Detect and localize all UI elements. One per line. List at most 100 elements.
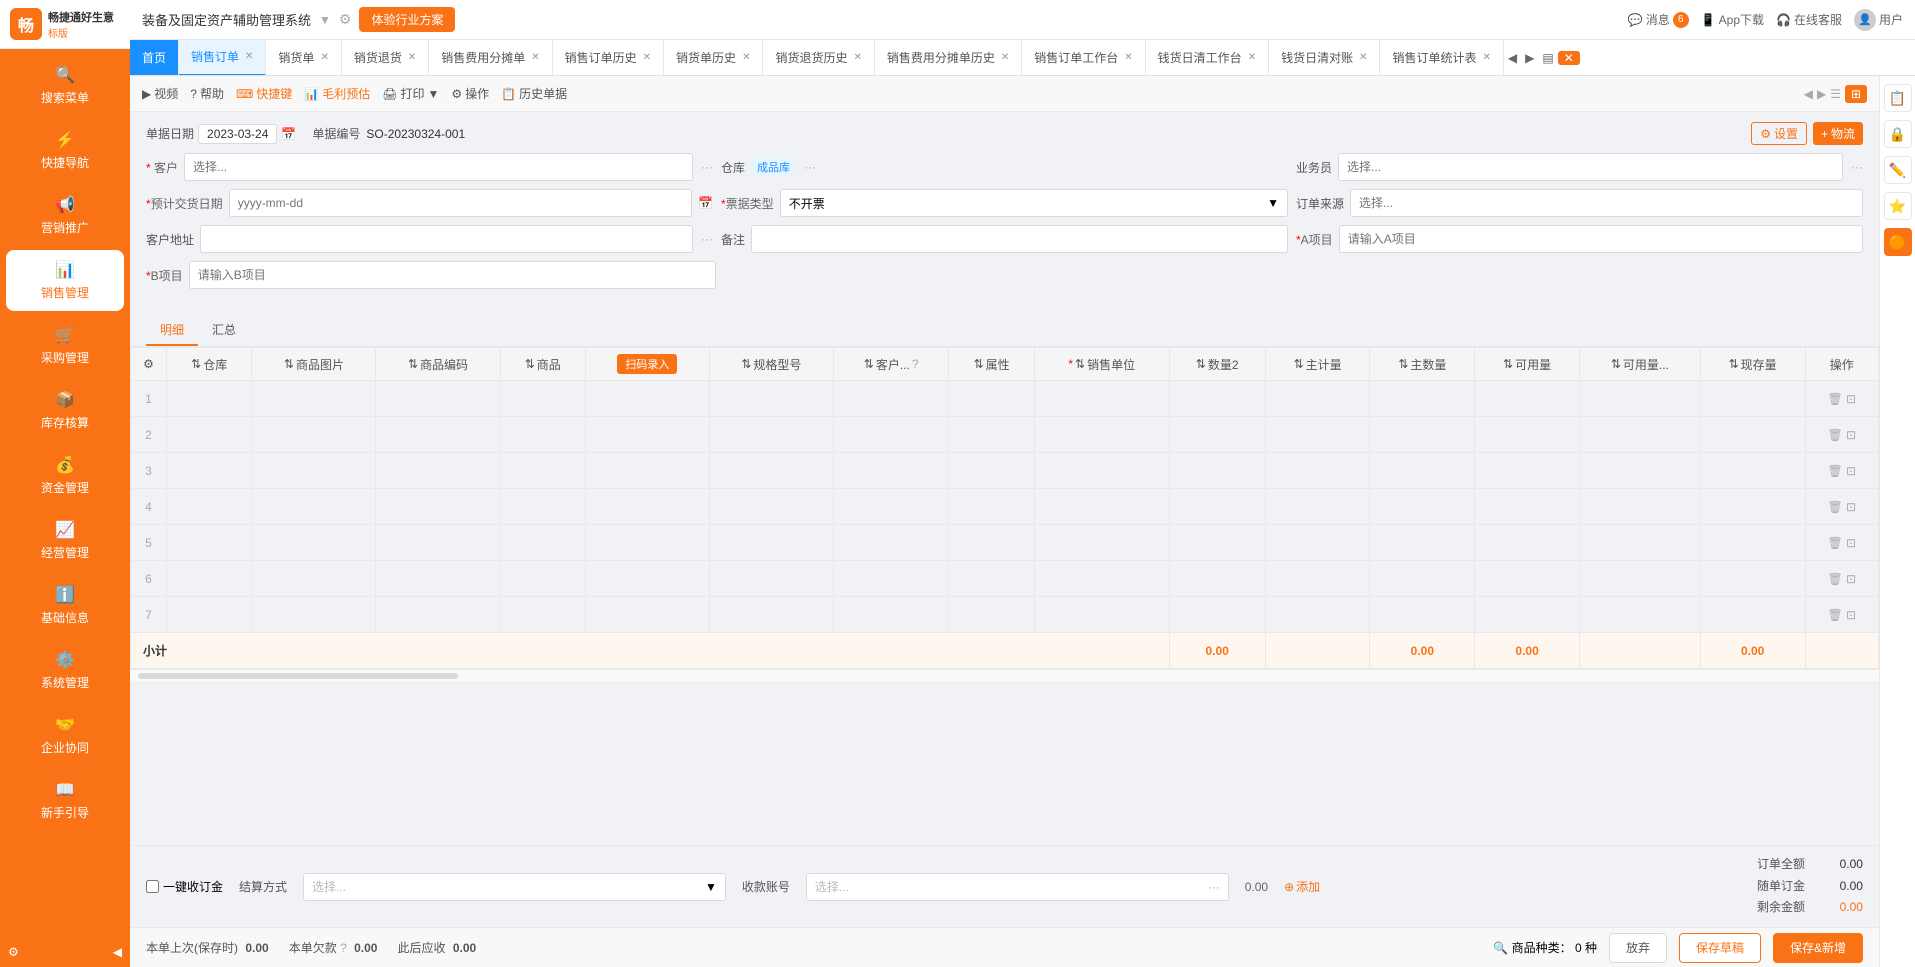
table-settings-icon[interactable]: ⚙	[143, 357, 154, 371]
th-barcode[interactable]: 扫码录入	[585, 348, 709, 381]
row-2-attribute[interactable]	[949, 417, 1034, 453]
scrollbar-thumb[interactable]	[138, 673, 458, 679]
online-support[interactable]: 🎧 在线客服	[1776, 11, 1842, 28]
row-7-attribute[interactable]	[949, 597, 1034, 633]
row-5-image[interactable]	[252, 525, 376, 561]
right-icon-star[interactable]: ⭐	[1884, 192, 1912, 220]
sidebar-settings-icon[interactable]: ⚙	[8, 945, 19, 959]
row-3-qty2[interactable]	[1169, 453, 1265, 489]
tab-close-sales-invoice[interactable]: ✕	[320, 52, 328, 63]
row-2-main-unit[interactable]	[1265, 417, 1370, 453]
a-project-input[interactable]	[1339, 225, 1863, 253]
th-settings[interactable]: ⚙	[131, 348, 167, 381]
th-product-image[interactable]: ⇅商品图片	[252, 348, 376, 381]
settlement-select[interactable]: 选择... ▼	[303, 873, 726, 901]
detail-tab-summary[interactable]: 汇总	[198, 315, 250, 346]
row-3-main-unit[interactable]	[1265, 453, 1370, 489]
logistics-button[interactable]: + 物流	[1813, 122, 1863, 145]
industry-plan-button[interactable]: 体验行业方案	[359, 7, 455, 32]
row-4-stock[interactable]	[1700, 489, 1805, 525]
th-attribute[interactable]: ⇅属性	[949, 348, 1034, 381]
row-5-sales-unit[interactable]	[1034, 525, 1169, 561]
tab-sales-return[interactable]: 销货退货 ✕	[342, 40, 429, 76]
th-product-code[interactable]: ⇅商品编码	[376, 348, 500, 381]
row-1-warehouse[interactable]	[167, 381, 252, 417]
th-warehouse[interactable]: ⇅仓库	[167, 348, 252, 381]
delivery-date-input[interactable]	[229, 189, 692, 217]
row-6-available[interactable]	[1475, 561, 1580, 597]
barcode-scan-btn[interactable]: 扫码录入	[617, 354, 677, 374]
sidebar-item-sales[interactable]: 📊 销售管理	[6, 250, 124, 311]
row-2-spec[interactable]	[709, 417, 833, 453]
app-download[interactable]: 📱 App下载	[1701, 11, 1764, 28]
tab-stats[interactable]: 销售订单统计表 ✕	[1380, 40, 1503, 76]
row-7-warehouse[interactable]	[167, 597, 252, 633]
row-4-sales-unit[interactable]	[1034, 489, 1169, 525]
tab-close-all[interactable]: ✕	[1558, 51, 1580, 65]
calendar2-icon[interactable]: 📅	[698, 196, 713, 210]
row-2-barcode[interactable]	[585, 417, 709, 453]
row-2-code[interactable]	[376, 417, 500, 453]
row-6-available2[interactable]	[1579, 561, 1700, 597]
row-4-main-qty[interactable]	[1370, 489, 1475, 525]
customer-input[interactable]	[184, 153, 693, 181]
sidebar-item-basic[interactable]: ℹ️ 基础信息	[6, 575, 124, 636]
sidebar-item-marketing[interactable]: 📢 营销推广	[6, 185, 124, 246]
messages-section[interactable]: 💬 消息 6	[1628, 11, 1689, 28]
toolbar-grid-view[interactable]: ⊞	[1845, 85, 1867, 103]
row-2-product[interactable]	[500, 417, 585, 453]
row-1-sales-unit[interactable]	[1034, 381, 1169, 417]
tab-nav-list[interactable]: ▤	[1538, 51, 1557, 65]
tab-reconcile[interactable]: 钱货日清对账 ✕	[1269, 40, 1380, 76]
row-1-barcode[interactable]	[585, 381, 709, 417]
toolbar-shortcut[interactable]: ⌨ 快捷键	[236, 85, 292, 102]
row-1-available2[interactable]	[1579, 381, 1700, 417]
sidebar-item-operations[interactable]: 📈 经营管理	[6, 510, 124, 571]
row-3-main-qty[interactable]	[1370, 453, 1475, 489]
row-4-code[interactable]	[376, 489, 500, 525]
save-draft-button[interactable]: 保存草稿	[1679, 933, 1761, 963]
row-5-main-unit[interactable]	[1265, 525, 1370, 561]
right-icon-clipboard[interactable]: 📋	[1884, 84, 1912, 112]
row-6-product[interactable]	[500, 561, 585, 597]
row-6-sales-unit[interactable]	[1034, 561, 1169, 597]
tab-close-order-history[interactable]: ✕	[643, 52, 651, 63]
row-1-customer-code[interactable]	[833, 381, 948, 417]
row-4-copy-icon[interactable]: ⊡	[1846, 500, 1856, 514]
doc-date-value[interactable]: 2023-03-24	[198, 124, 277, 144]
tab-close-stats[interactable]: ✕	[1483, 52, 1491, 63]
row-2-main-qty[interactable]	[1370, 417, 1475, 453]
invoice-select[interactable]: 不开票 ▼	[780, 189, 1288, 217]
row-7-qty2[interactable]	[1169, 597, 1265, 633]
settings-icon[interactable]: ⚙	[339, 11, 352, 28]
row-6-code[interactable]	[376, 561, 500, 597]
row-5-available[interactable]	[1475, 525, 1580, 561]
sidebar-item-inventory[interactable]: 📦 库存核算	[6, 380, 124, 441]
staff-input[interactable]	[1338, 153, 1843, 181]
tab-close-daily-clear[interactable]: ✕	[1248, 52, 1256, 63]
tab-expense-split[interactable]: 销售费用分摊单 ✕	[429, 40, 552, 76]
row-5-warehouse[interactable]	[167, 525, 252, 561]
row-4-available[interactable]	[1475, 489, 1580, 525]
row-1-stock[interactable]	[1700, 381, 1805, 417]
quick-pay-checkbox[interactable]	[146, 880, 159, 893]
toolbar-profit[interactable]: 📊 毛利预估	[304, 85, 370, 102]
row-6-main-qty[interactable]	[1370, 561, 1475, 597]
th-product[interactable]: ⇅商品	[500, 348, 585, 381]
account-select[interactable]: 选择... ···	[806, 873, 1229, 901]
row-4-available2[interactable]	[1579, 489, 1700, 525]
row-3-customer-code[interactable]	[833, 453, 948, 489]
dropdown-arrow-icon[interactable]: ▼	[319, 13, 331, 27]
row-2-warehouse[interactable]	[167, 417, 252, 453]
sidebar-item-guide[interactable]: 📖 新手引导	[6, 770, 124, 831]
tab-nav-prev[interactable]: ◀	[1504, 51, 1521, 65]
tab-close-return-history[interactable]: ✕	[853, 52, 861, 63]
tab-close-workbench[interactable]: ✕	[1124, 52, 1132, 63]
row-1-spec[interactable]	[709, 381, 833, 417]
row-5-main-qty[interactable]	[1370, 525, 1475, 561]
row-3-code[interactable]	[376, 453, 500, 489]
row-4-image[interactable]	[252, 489, 376, 525]
tab-close-sales-return[interactable]: ✕	[408, 52, 416, 63]
row-6-barcode[interactable]	[585, 561, 709, 597]
toolbar-history[interactable]: 📋 历史单据	[501, 85, 567, 102]
